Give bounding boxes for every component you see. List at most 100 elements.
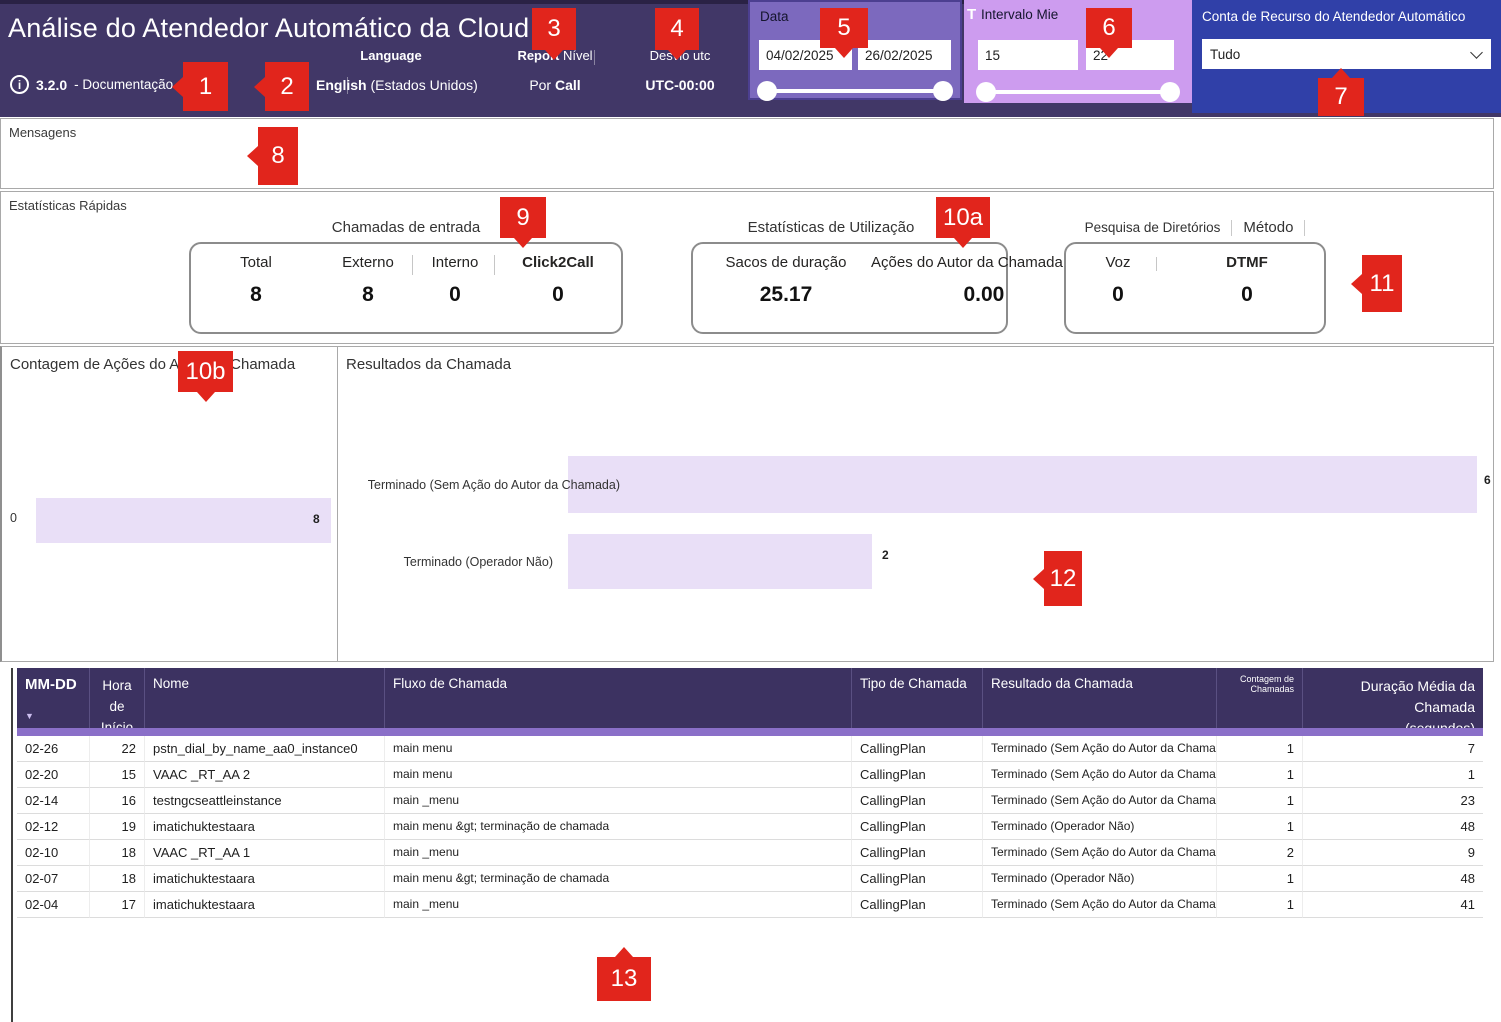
resource-account-label: Conta de Recurso do Atendedor Automático (1202, 9, 1466, 24)
callout-7: 7 (1318, 78, 1364, 116)
stat-voice-value: 0 (1112, 283, 1124, 306)
stat-duration-value: 25.17 (759, 283, 813, 306)
table-row[interactable]: 02-12 19 imatichuktestaara main menu &gt… (17, 814, 1483, 840)
stat-external: Externo 8 (321, 244, 415, 332)
card-divider (1156, 257, 1157, 271)
card-divider (412, 255, 413, 275)
stat-duration: Sacos de duração 25.17 (693, 244, 879, 332)
col-header-hour[interactable]: Hora de Início (90, 668, 145, 728)
callout-12: 12 (1044, 551, 1082, 606)
table-row[interactable]: 02-20 15 VAAC _RT_AA 2 main menu Calling… (17, 762, 1483, 788)
stat-total-value: 8 (250, 283, 262, 306)
interval-slider-handle-max[interactable] (1160, 82, 1180, 102)
dashboard-canvas: Análise do Atendedor Automático da Cloud… (0, 0, 1501, 1022)
callout-9: 9 (500, 197, 546, 238)
sort-desc-icon: ▼ (25, 711, 34, 721)
date-slider-handle-end[interactable] (933, 81, 953, 101)
stat-dtmf-value: 0 (1241, 283, 1253, 306)
stat-click2call: Click2Call 0 (495, 244, 621, 332)
stat-voice-label: Voz (1105, 254, 1131, 271)
hour-interval-slicer: T Intervalo Mie (964, 0, 1192, 103)
incoming-calls-title: Chamadas de entrada (331, 219, 481, 236)
col-header-date[interactable]: MM-DD ▼ (17, 668, 90, 728)
stat-click2call-label: Click2Call (522, 254, 594, 271)
stat-external-value: 8 (362, 283, 374, 306)
date-slider-track[interactable] (766, 89, 944, 93)
col-header-name[interactable]: Nome (145, 668, 385, 728)
call-results-title: Resultados da Chamada (346, 356, 512, 373)
stat-voice: Voz 0 (1066, 244, 1170, 332)
col-header-count[interactable]: Contagem de Chamadas (1217, 668, 1303, 728)
call-results-value-2: 2 (882, 548, 889, 562)
call-results-chart: Resultados da Chamada Terminado (Sem Açã… (338, 346, 1494, 662)
callout-11: 11 (1362, 255, 1402, 312)
callout-13: 13 (597, 957, 651, 1001)
stat-internal: Interno 0 (415, 244, 495, 332)
stat-duration-label: Sacos de duração (725, 254, 847, 271)
directory-search-card: Voz 0 DTMF 0 (1064, 242, 1326, 334)
table-row[interactable]: 02-10 18 VAAC _RT_AA 1 main _menu Callin… (17, 840, 1483, 866)
stat-external-label: Externo (342, 254, 394, 271)
caller-action-count-chart: Contagem de Ações do Autor da Chamada 0 … (0, 346, 338, 662)
stat-internal-label: Interno (431, 254, 479, 271)
version-number: 3.2.0 (36, 76, 68, 93)
callout-10a: 10a (936, 197, 990, 238)
callout-8: 8 (258, 127, 298, 185)
interval-slider-handle-min[interactable] (976, 82, 996, 102)
caller-action-bar[interactable] (36, 498, 331, 543)
col-header-result[interactable]: Resultado da Chamada (983, 668, 1217, 728)
utc-value: UTC-00:00 (645, 77, 715, 93)
table-row[interactable]: 02-26 22 pstn_dial_by_name_aa0_instance0… (17, 736, 1483, 762)
col-header-duration[interactable]: Duração Média da Chamada (segundos) (1303, 668, 1483, 728)
header-divider (594, 50, 595, 65)
table-row[interactable]: 02-04 17 imatichuktestaara main _menu Ca… (17, 892, 1483, 918)
date-end-input[interactable] (858, 40, 951, 70)
interval-slider-track[interactable] (986, 90, 1170, 94)
method-label: Método (1243, 219, 1294, 236)
table-header-row: MM-DD ▼ Hora de Início Nome Fluxo de Cha… (17, 668, 1483, 728)
interval-min-input[interactable] (978, 40, 1078, 70)
utilization-card: Sacos de duração 25.17 Ações do Autor da… (691, 242, 1063, 334)
directory-search-label: Pesquisa de Diretórios (1084, 220, 1221, 235)
table-row[interactable]: 02-07 18 imatichuktestaara main menu &gt… (17, 866, 1483, 892)
col-header-type[interactable]: Tipo de Chamada (852, 668, 983, 728)
col-header-flow[interactable]: Fluxo de Chamada (385, 668, 852, 728)
messages-label: Mensagens (9, 125, 77, 140)
language-block: Language English (Estados Unidos) (316, 48, 478, 93)
info-icon[interactable]: i (10, 75, 29, 94)
callout-5: 5 (820, 8, 868, 48)
callout-6: 6 (1086, 8, 1132, 48)
clipped-text: T (967, 6, 977, 23)
stat-caller-actions: Ações do Autor da Chamada 0.00 (871, 244, 1063, 332)
callout-4: 4 (655, 8, 699, 50)
stat-caller-actions-label: Ações do Autor da Chamada (871, 254, 1063, 271)
table-left-border (11, 668, 13, 1022)
call-results-label-1: Terminado (Sem Ação do Autor da Chamada) (367, 478, 620, 492)
date-slider-handle-start[interactable] (757, 81, 777, 101)
resource-account-dropdown[interactable]: Tudo (1202, 39, 1491, 69)
call-results-bar-2[interactable] (568, 534, 872, 589)
stat-click2call-value: 0 (552, 283, 564, 306)
caller-action-count-title: Contagem de Ações do Autor da Chamada (10, 356, 296, 373)
table-row[interactable]: 02-14 16 testngcseattleinstance main _me… (17, 788, 1483, 814)
page-title: Análise do Atendedor Automático da Cloud (8, 13, 530, 43)
date-slicer-label: Data (760, 9, 789, 24)
language-value: English (Estados Unidos) (316, 77, 478, 93)
callout-10b: 10b (178, 351, 233, 392)
stat-internal-value: 0 (449, 283, 461, 306)
call-results-value-1: 6 (1484, 473, 1491, 487)
report-level-value: Por Call (529, 77, 581, 93)
call-results-bar-1[interactable] (568, 456, 1477, 513)
resource-account-value: Tudo (1210, 46, 1241, 62)
callout-2: 2 (265, 62, 309, 111)
quick-stats-label: Estatísticas Rápidas (9, 198, 127, 213)
table-header-stripe (17, 728, 1483, 736)
call-results-label-2: Terminado (Operador Não) (403, 555, 553, 569)
chevron-down-icon (1470, 45, 1483, 59)
stat-caller-actions-value: 0.00 (963, 283, 1005, 306)
calls-table: MM-DD ▼ Hora de Início Nome Fluxo de Cha… (17, 668, 1483, 918)
callout-1: 1 (183, 62, 228, 111)
documentation-link[interactable]: - Documentação (74, 77, 173, 92)
stat-dtmf: DTMF 0 (1170, 244, 1324, 332)
hour-interval-label: Intervalo Mie (981, 7, 1059, 22)
